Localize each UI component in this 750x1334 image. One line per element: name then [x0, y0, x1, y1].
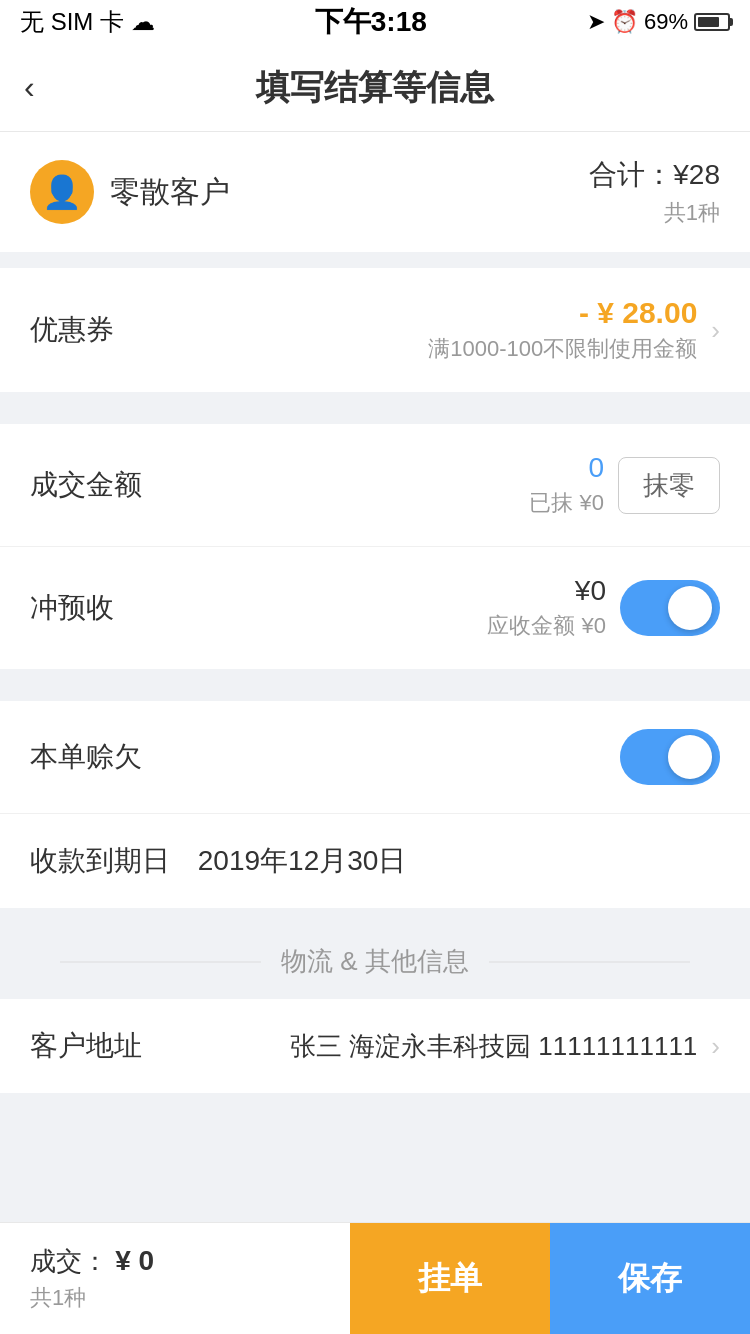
deal-section: 成交金额 0 已抹 ¥0 抹零 冲预收 ¥0 应收金额 ¥0 — [0, 424, 750, 669]
alarm-icon: ⏰ — [611, 9, 638, 35]
page-title: 填写结算等信息 — [256, 65, 494, 111]
address-right: 张三 海淀永丰科技园 11111111111 › — [290, 1029, 720, 1064]
status-left: 无 SIM 卡 ☁ — [20, 6, 155, 38]
coupon-sub: 满1000-100不限制使用金额 — [428, 334, 697, 364]
address-label: 客户地址 — [30, 1027, 142, 1065]
deal-amount-right: 0 已抹 ¥0 抹零 — [529, 452, 720, 518]
bottom-bar: 成交： ¥ 0 共1种 挂单 保存 — [0, 1222, 750, 1334]
address-section: 客户地址 张三 海淀永丰科技园 11111111111 › — [0, 999, 750, 1093]
content-area: 👤 零散客户 合计：¥28 共1种 优惠券 - ¥ 28.00 满1000-10… — [0, 132, 750, 1229]
toggle-thumb — [668, 586, 712, 630]
overdue-toggle-thumb — [668, 735, 712, 779]
coupon-row[interactable]: 优惠券 - ¥ 28.00 满1000-100不限制使用金额 › — [0, 268, 750, 392]
divider-2 — [0, 685, 750, 701]
location-icon: ➤ — [587, 9, 605, 35]
back-button[interactable]: ‹ — [24, 69, 35, 106]
divider-1 — [0, 408, 750, 424]
customer-row: 👤 零散客户 合计：¥28 共1种 — [0, 132, 750, 252]
toggle-track — [620, 580, 720, 636]
nav-bar: ‹ 填写结算等信息 — [0, 44, 750, 132]
hold-button[interactable]: 挂单 — [350, 1223, 550, 1334]
prepayment-values: ¥0 应收金额 ¥0 — [487, 575, 606, 641]
logistics-label-text: 物流 & 其他信息 — [261, 946, 489, 976]
avatar: 👤 — [30, 160, 94, 224]
customer-right: 合计：¥28 共1种 — [589, 156, 720, 228]
bottom-count: 共1种 — [30, 1283, 350, 1313]
prepayment-value: ¥0 — [487, 575, 606, 607]
battery-percent: 69% — [644, 9, 688, 35]
prepayment-right: ¥0 应收金额 ¥0 — [487, 575, 720, 641]
save-button[interactable]: 保存 — [550, 1223, 750, 1334]
overdue-label: 本单赊欠 — [30, 738, 142, 776]
due-date-row: 收款到期日 2019年12月30日 — [0, 814, 750, 908]
prepayment-row: 冲预收 ¥0 应收金额 ¥0 — [0, 547, 750, 669]
overdue-section: 本单赊欠 收款到期日 2019年12月30日 — [0, 701, 750, 908]
customer-total: 合计：¥28 — [589, 156, 720, 194]
deal-amount-row: 成交金额 0 已抹 ¥0 抹零 — [0, 424, 750, 547]
overdue-toggle-track — [620, 729, 720, 785]
address-row[interactable]: 客户地址 张三 海淀永丰科技园 11111111111 › — [0, 999, 750, 1093]
prepayment-label: 冲预收 — [30, 589, 114, 627]
due-date-value: 2019年12月30日 — [198, 845, 407, 876]
sim-text: 无 SIM 卡 ☁ — [20, 6, 155, 38]
status-right: ➤ ⏰ 69% — [587, 9, 730, 35]
customer-name: 零散客户 — [110, 172, 230, 213]
coupon-right: - ¥ 28.00 满1000-100不限制使用金额 › — [428, 296, 720, 364]
coupon-section: 优惠券 - ¥ 28.00 满1000-100不限制使用金额 › — [0, 268, 750, 392]
bottom-summary: 成交： ¥ 0 共1种 — [0, 1244, 350, 1313]
prepayment-sub: 应收金额 ¥0 — [487, 611, 606, 641]
coupon-discount: - ¥ 28.00 — [428, 296, 697, 330]
bottom-deal-line: 成交： ¥ 0 — [30, 1244, 350, 1279]
coupon-values: - ¥ 28.00 满1000-100不限制使用金额 — [428, 296, 697, 364]
address-chevron: › — [711, 1031, 720, 1062]
prepayment-toggle[interactable] — [620, 580, 720, 636]
battery-icon — [694, 13, 730, 31]
customer-count: 共1种 — [589, 198, 720, 228]
overdue-toggle[interactable] — [620, 729, 720, 785]
deal-amount-label: 成交金额 — [30, 466, 142, 504]
overdue-right — [620, 729, 720, 785]
bottom-deal-value: ¥ 0 — [115, 1245, 154, 1276]
round-zero-button[interactable]: 抹零 — [618, 457, 720, 514]
coupon-label: 优惠券 — [30, 311, 114, 349]
address-value: 张三 海淀永丰科技园 11111111111 — [290, 1029, 698, 1064]
customer-left: 👤 零散客户 — [30, 160, 230, 224]
status-time: 下午3:18 — [315, 3, 427, 41]
avatar-icon: 👤 — [42, 173, 82, 211]
deal-amount-value: 0 — [529, 452, 604, 484]
status-bar: 无 SIM 卡 ☁ 下午3:18 ➤ ⏰ 69% — [0, 0, 750, 44]
due-date-label: 收款到期日 — [30, 845, 170, 876]
overdue-row: 本单赊欠 — [0, 701, 750, 814]
logistics-section-label: 物流 & 其他信息 — [0, 924, 750, 999]
bottom-deal-label: 成交： — [30, 1246, 108, 1276]
deal-amount-values: 0 已抹 ¥0 — [529, 452, 604, 518]
coupon-chevron: › — [711, 315, 720, 346]
deal-amount-sub: 已抹 ¥0 — [529, 488, 604, 518]
